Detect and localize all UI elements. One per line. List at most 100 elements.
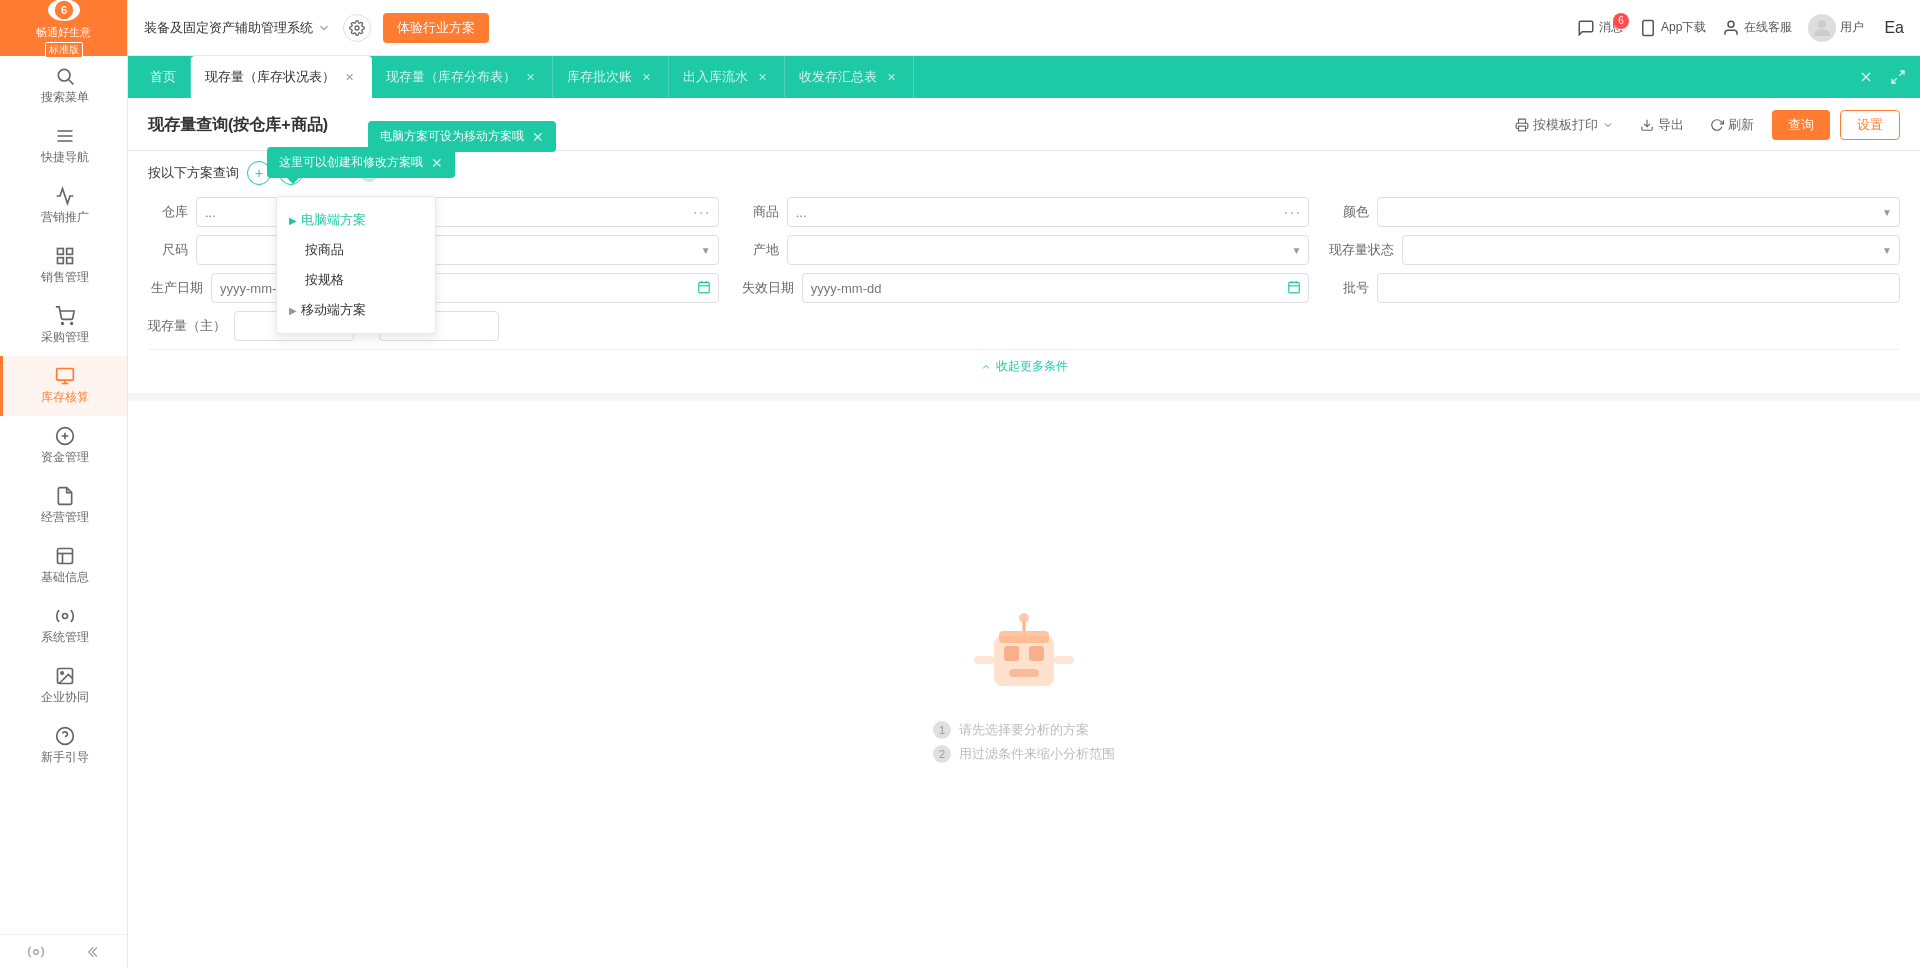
sidebar-item-operations[interactable]: 经营管理 [0, 476, 127, 536]
svg-rect-6 [58, 258, 64, 264]
svg-point-17 [63, 614, 68, 619]
app-download-label: App下载 [1661, 19, 1706, 36]
message-btn[interactable]: 消息 6 [1577, 19, 1623, 37]
system-title-text: 装备及固定资产辅助管理系统 [144, 19, 313, 37]
stock-status-select-wrap: ▼ [1402, 235, 1900, 265]
message-badge: 6 [1613, 13, 1629, 29]
tab-recv-send-label: 收发存汇总表 [799, 68, 877, 86]
settings-icon-btn[interactable] [343, 14, 371, 42]
sidebar-item-enterprise[interactable]: 企业协同 [0, 656, 127, 716]
tooltip-scheme-convert: 电脑方案可设为移动方案哦 ✕ [368, 121, 556, 152]
system-title-btn[interactable]: 装备及固定资产辅助管理系统 [144, 19, 331, 37]
svg-point-19 [61, 672, 64, 675]
sidebar-item-search[interactable]: 搜索菜单 [0, 56, 127, 116]
sidebar-item-basic[interactable]: 基础信息 [0, 536, 127, 596]
schema-item-sub2[interactable]: 按规格 [277, 265, 435, 295]
sidebar-item-label-system: 系统管理 [41, 629, 89, 646]
exp-date-input[interactable] [802, 273, 1310, 303]
sidebar-item-guide[interactable]: 新手引导 [0, 716, 127, 776]
sidebar-item-label-finance: 资金管理 [41, 449, 89, 466]
page-title: 现存量查询(按仓库+商品) [148, 115, 328, 136]
color-label: 颜色 [1329, 203, 1369, 221]
tab-inventory-status[interactable]: 现存量（库存状况表） ✕ [191, 56, 372, 98]
goods-input[interactable] [787, 197, 1310, 227]
empty-hint-2-text: 用过滤条件来缩小分析范围 [959, 745, 1115, 763]
user-btn[interactable]: 用户 [1808, 14, 1864, 42]
tab-recv-send-close[interactable]: ✕ [883, 69, 899, 85]
sidebar-bottom [0, 934, 127, 969]
tab-batch-account[interactable]: 库存批次账 ✕ [553, 56, 669, 98]
content-area: 现存量查询(按仓库+商品) 按模板打印 [128, 98, 1920, 969]
svg-rect-52 [974, 656, 994, 664]
trial-btn[interactable]: 体验行业方案 [383, 13, 489, 43]
query-btn[interactable]: 查询 [1772, 110, 1830, 140]
app-download-btn[interactable]: App下载 [1639, 19, 1706, 37]
refresh-btn[interactable]: 刷新 [1702, 112, 1762, 138]
top-header: 装备及固定资产辅助管理系统 体验行业方案 消息 6 [128, 0, 1920, 56]
size-select[interactable] [196, 235, 719, 265]
svg-point-22 [34, 950, 39, 955]
tooltip2-close[interactable]: ✕ [431, 156, 443, 170]
sidebar-item-label-guide: 新手引导 [41, 749, 89, 766]
stock-status-select[interactable] [1402, 235, 1900, 265]
svg-rect-14 [58, 549, 73, 564]
sidebar-item-label-basic: 基础信息 [41, 569, 89, 586]
collapse-btn[interactable]: 收起更多条件 [980, 358, 1068, 375]
tab-inventory-dist[interactable]: 现存量（库存分布表） ✕ [372, 56, 553, 98]
svg-line-3 [69, 80, 74, 85]
stock-main-label: 现存量（主） [148, 317, 226, 335]
sidebar-item-sales[interactable]: 销售管理 [0, 236, 127, 296]
sidebar-item-label-operations: 经营管理 [41, 509, 89, 526]
tab-inventory-status-close[interactable]: ✕ [341, 69, 357, 85]
sidebar-item-finance[interactable]: 资金管理 [0, 416, 127, 476]
color-select-wrap: ▼ [1377, 197, 1900, 227]
tab-inout-flow-label: 出入库流水 [683, 68, 748, 86]
export-btn[interactable]: 导出 [1632, 112, 1692, 138]
sidebar-item-label-marketing: 营销推广 [41, 209, 89, 226]
export-btn-label: 导出 [1658, 116, 1684, 134]
tab-inout-flow-close[interactable]: ✕ [754, 69, 770, 85]
settings-bottom-btn[interactable] [27, 943, 45, 961]
print-btn-label: 按模板打印 [1533, 116, 1598, 134]
empty-text: 1 请先选择要分析的方案 2 用过滤条件来缩小分析范围 [933, 721, 1115, 769]
warehouse-input-wrap: ··· [196, 197, 719, 227]
sidebar-item-marketing[interactable]: 营销推广 [0, 176, 127, 236]
schema-item-pc[interactable]: ▶ 电脑端方案 [277, 205, 435, 235]
print-btn[interactable]: 按模板打印 [1507, 112, 1622, 138]
svg-line-31 [1892, 78, 1897, 83]
svg-rect-24 [1643, 20, 1654, 35]
svg-rect-53 [1054, 656, 1074, 664]
origin-select[interactable] [787, 235, 1310, 265]
empty-hint-1: 1 请先选择要分析的方案 [933, 721, 1115, 739]
sidebar-item-nav[interactable]: 快捷导航 [0, 116, 127, 176]
tab-inventory-dist-close[interactable]: ✕ [522, 69, 538, 85]
tab-expand-btn[interactable] [1884, 63, 1912, 91]
sidebar-item-purchase[interactable]: 采购管理 [0, 296, 127, 356]
filter-cell-exp-date: 失效日期 [739, 273, 1310, 303]
user-label: 用户 [1840, 19, 1864, 36]
tab-bar: 首页 现存量（库存状况表） ✕ 现存量（库存分布表） ✕ 库存批次账 ✕ 出入库… [128, 56, 1920, 98]
tab-batch-account-close[interactable]: ✕ [638, 69, 654, 85]
tooltip1-close[interactable]: ✕ [532, 130, 544, 144]
sidebar-item-inventory[interactable]: 库存核算 [0, 356, 127, 416]
main-area: 装备及固定资产辅助管理系统 体验行业方案 消息 6 [128, 0, 1920, 969]
empty-hint-1-num: 1 [933, 721, 951, 739]
empty-hint-2: 2 用过滤条件来缩小分析范围 [933, 745, 1115, 763]
online-support-btn[interactable]: 在线客服 [1722, 19, 1792, 37]
schema-item-sub1[interactable]: 按商品 [277, 235, 435, 265]
tab-inout-flow[interactable]: 出入库流水 ✕ [669, 56, 785, 98]
tab-recv-send[interactable]: 收发存汇总表 ✕ [785, 56, 914, 98]
sidebar-item-label-purchase: 采购管理 [41, 329, 89, 346]
collapse-sidebar-btn[interactable] [82, 943, 100, 961]
svg-point-23 [355, 26, 359, 30]
exp-date-label: 失效日期 [739, 279, 794, 297]
color-select[interactable] [1377, 197, 1900, 227]
origin-select-wrap: ▼ [787, 235, 1310, 265]
sidebar-item-system[interactable]: 系统管理 [0, 596, 127, 656]
tab-home[interactable]: 首页 [136, 56, 191, 98]
warehouse-input[interactable] [196, 197, 719, 227]
schema-item-mobile[interactable]: ▶ 移动端方案 [277, 295, 435, 325]
tab-close-all-btn[interactable] [1852, 63, 1880, 91]
batch-input[interactable] [1377, 273, 1900, 303]
settings-filter-btn[interactable]: 设置 [1840, 110, 1900, 140]
